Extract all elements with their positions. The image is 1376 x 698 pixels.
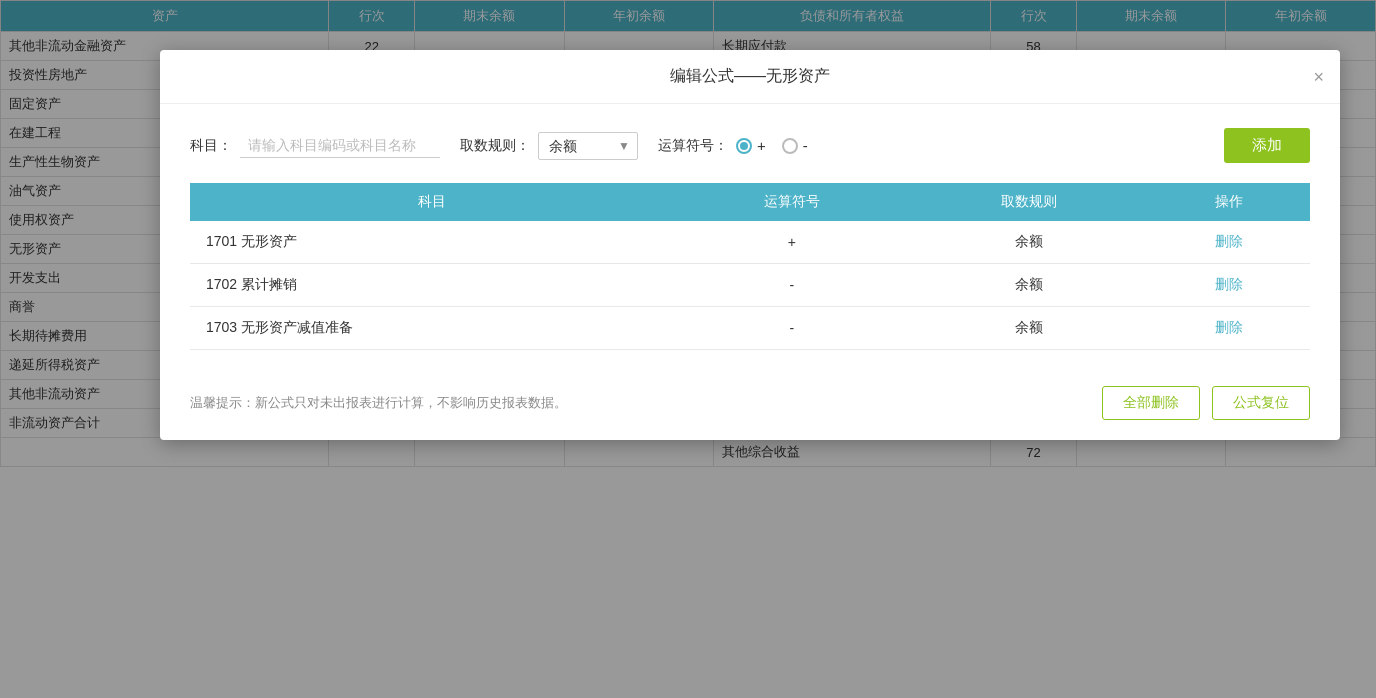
table-row: 1703 无形资产减值准备-余额 删除 — [190, 307, 1310, 350]
formula-form-row: 科目： 取数规则： 余额 借方发生额 贷方发生额 借方累计发生额 贷方累计发生额… — [190, 128, 1310, 163]
cell-subject: 1703 无形资产减值准备 — [190, 307, 673, 350]
operator-label: 运算符号： — [658, 137, 728, 155]
cell-operator: + — [673, 221, 910, 264]
delete-row-button[interactable]: 删除 — [1215, 319, 1243, 335]
cell-subject: 1701 无形资产 — [190, 221, 673, 264]
subject-field-group: 科目： — [190, 133, 440, 158]
operator-plus-label: + — [757, 137, 766, 154]
footer-tip: 温馨提示：新公式只对未出报表进行计算，不影响历史报表数据。 — [190, 394, 567, 412]
subject-label: 科目： — [190, 137, 232, 155]
operator-minus-label: - — [803, 137, 808, 154]
cell-operator: - — [673, 307, 910, 350]
rule-label: 取数规则： — [460, 137, 530, 155]
th-operator: 运算符号 — [673, 183, 910, 221]
operator-plus-radio[interactable]: + — [736, 137, 766, 154]
cell-rule: 余额 — [911, 221, 1148, 264]
reset-formula-button[interactable]: 公式复位 — [1212, 386, 1310, 420]
cell-action: 删除 — [1148, 307, 1310, 350]
cell-action: 删除 — [1148, 221, 1310, 264]
delete-row-button[interactable]: 删除 — [1215, 276, 1243, 292]
formula-table: 科目 运算符号 取数规则 操作 1701 无形资产+余额删除1702 累计摊销-… — [190, 183, 1310, 350]
cell-subject: 1702 累计摊销 — [190, 264, 673, 307]
modal-footer: 温馨提示：新公式只对未出报表进行计算，不影响历史报表数据。 全部删除 公式复位 — [160, 370, 1340, 440]
operator-field-group: 运算符号： + - — [658, 137, 808, 155]
footer-buttons: 全部删除 公式复位 — [1102, 386, 1310, 420]
rule-select-wrap: 余额 借方发生额 贷方发生额 借方累计发生额 贷方累计发生额 ▼ — [538, 132, 638, 160]
rule-field-group: 取数规则： 余额 借方发生额 贷方发生额 借方累计发生额 贷方累计发生额 ▼ — [460, 132, 638, 160]
modal-header: 编辑公式——无形资产 × — [160, 50, 1340, 104]
operator-radio-group: + - — [736, 137, 808, 154]
cell-operator: - — [673, 264, 910, 307]
close-button[interactable]: × — [1313, 68, 1324, 86]
delete-all-button[interactable]: 全部删除 — [1102, 386, 1200, 420]
th-action: 操作 — [1148, 183, 1310, 221]
modal-title: 编辑公式——无形资产 — [670, 66, 830, 87]
th-rule: 取数规则 — [911, 183, 1148, 221]
table-header-row: 科目 运算符号 取数规则 操作 — [190, 183, 1310, 221]
radio-plus-icon — [736, 138, 752, 154]
cell-action: 删除 — [1148, 264, 1310, 307]
rule-select[interactable]: 余额 借方发生额 贷方发生额 借方累计发生额 贷方累计发生额 — [538, 132, 638, 160]
delete-row-button[interactable]: 删除 — [1215, 233, 1243, 249]
operator-minus-radio[interactable]: - — [782, 137, 808, 154]
cell-rule: 余额 — [911, 307, 1148, 350]
th-subject: 科目 — [190, 183, 673, 221]
edit-formula-modal: 编辑公式——无形资产 × 科目： 取数规则： 余额 借方发生额 贷方发生额 借方… — [160, 50, 1340, 440]
subject-input[interactable] — [240, 133, 440, 158]
add-button[interactable]: 添加 — [1224, 128, 1310, 163]
modal-body: 科目： 取数规则： 余额 借方发生额 贷方发生额 借方累计发生额 贷方累计发生额… — [160, 104, 1340, 370]
radio-minus-icon — [782, 138, 798, 154]
cell-rule: 余额 — [911, 264, 1148, 307]
table-row: 1702 累计摊销-余额 删除 — [190, 264, 1310, 307]
table-row: 1701 无形资产+余额 删除 — [190, 221, 1310, 264]
